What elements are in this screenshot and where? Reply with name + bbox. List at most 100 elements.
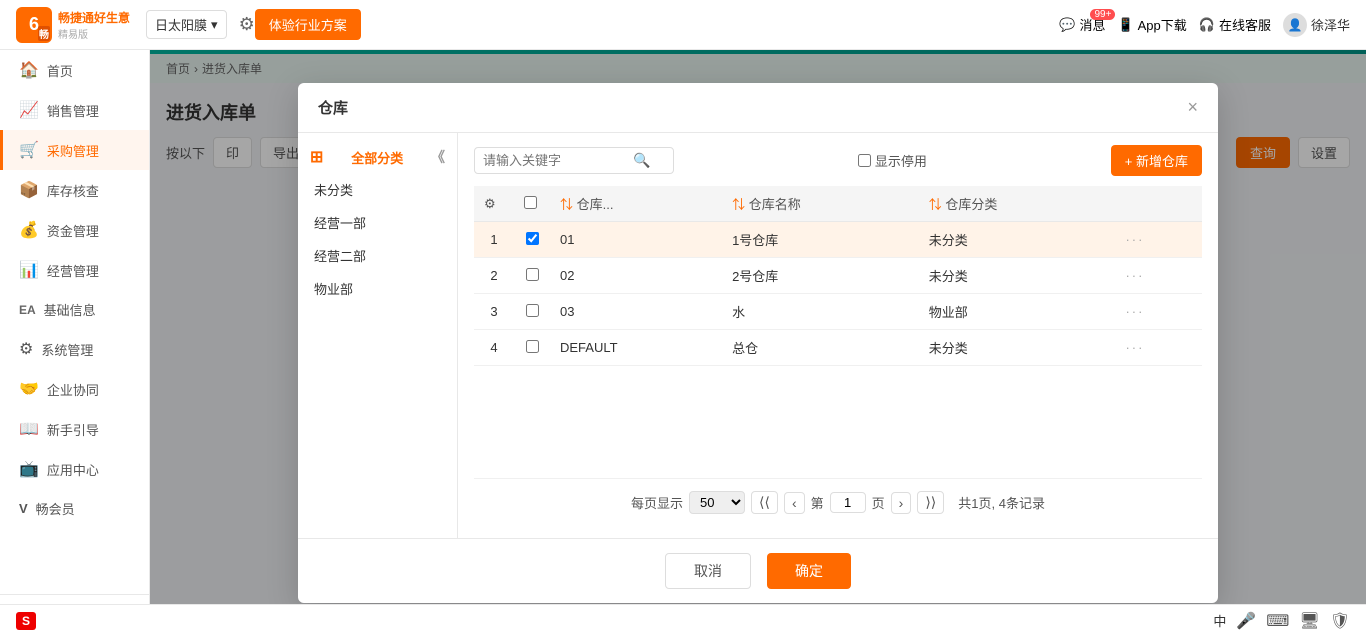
guide-icon: 📖 <box>19 419 39 439</box>
category-item-uncategorized[interactable]: 未分类 <box>298 173 457 206</box>
modal-close-button[interactable]: × <box>1187 97 1198 118</box>
app-logo: 6 畅捷通好生意 精易版 <box>16 7 130 43</box>
row-checkbox[interactable] <box>526 268 539 281</box>
row-name: 水 <box>722 294 919 330</box>
sidebar-item-system[interactable]: ⚙ 系统管理 <box>0 329 149 369</box>
col-header-name: ⇅ 仓库名称 <box>722 186 919 222</box>
search-input[interactable] <box>483 153 633 168</box>
row-num: 4 <box>474 330 514 366</box>
sidebar-item-inventory[interactable]: 📦 库存核查 <box>0 170 149 210</box>
sidebar-item-vip[interactable]: V 畅会员 <box>0 489 149 528</box>
bottom-logo: S <box>16 612 36 630</box>
page-label: 第 <box>811 493 824 512</box>
prev-page-button[interactable]: ‹ <box>784 492 805 514</box>
collapse-button[interactable]: 《 <box>431 147 445 167</box>
online-service-button[interactable]: 🎧 在线客服 <box>1199 15 1271 34</box>
messages-badge: 99+ <box>1090 9 1115 20</box>
warehouse-table: ⚙ ⇅ 仓库... <box>474 186 1202 366</box>
operations-icon: 📊 <box>19 260 39 280</box>
store-selector[interactable]: 日太阳膜 ▾ <box>146 10 227 39</box>
col-header-category: ⇅ 仓库分类 <box>919 186 1116 222</box>
modal-footer: 取消 确定 <box>298 538 1218 603</box>
sidebar-item-finance[interactable]: 💰 资金管理 <box>0 210 149 250</box>
confirm-button[interactable]: 确定 <box>767 553 851 589</box>
sidebar-item-purchase[interactable]: 🛒 采购管理 <box>0 130 149 170</box>
table-row[interactable]: 4 DEFAULT 总仓 未分类 ··· <box>474 330 1202 366</box>
per-page-select[interactable]: 50 100 <box>689 491 745 514</box>
table-row[interactable]: 3 03 水 物业部 ··· <box>474 294 1202 330</box>
all-categories-header[interactable]: ⊞ 全部分类 《 <box>298 141 457 173</box>
sidebar-item-guide-label: 新手引导 <box>47 420 99 439</box>
basic-info-icon: EA <box>19 303 36 317</box>
sidebar-item-purchase-label: 采购管理 <box>47 141 99 160</box>
modal-content-right: 🔍 显示停用 + 新增仓库 <box>458 133 1218 538</box>
online-service-label: 在线客服 <box>1219 15 1271 34</box>
col-header-check <box>514 186 550 222</box>
row-checkbox[interactable] <box>526 232 539 245</box>
table-row[interactable]: 2 02 2号仓库 未分类 ··· <box>474 258 1202 294</box>
row-checkbox[interactable] <box>526 304 539 317</box>
sidebar-item-vip-label: 畅会员 <box>36 499 75 518</box>
category-item-ops2[interactable]: 经营二部 <box>298 239 457 272</box>
row-name: 总仓 <box>722 330 919 366</box>
more-actions-icon[interactable]: ··· <box>1125 340 1144 355</box>
content-area: 首页 › 进货入库单 进货入库单 按以下 印 导出 刷新 查询 设置 <box>150 50 1366 636</box>
headset-icon: 🎧 <box>1199 17 1215 33</box>
app-download-button[interactable]: 📱 App下载 <box>1117 15 1186 34</box>
sidebar-item-sales-label: 销售管理 <box>47 101 99 120</box>
table-row[interactable]: 1 01 1号仓库 未分类 ··· <box>474 222 1202 258</box>
sidebar-item-guide[interactable]: 📖 新手引导 <box>0 409 149 449</box>
row-checkbox[interactable] <box>526 340 539 353</box>
messages-button[interactable]: 💬 消息 99+ <box>1059 15 1105 34</box>
row-more[interactable]: ··· <box>1115 258 1202 294</box>
sidebar-item-app-center[interactable]: 📺 应用中心 <box>0 449 149 489</box>
row-more[interactable]: ··· <box>1115 330 1202 366</box>
select-all-checkbox[interactable] <box>524 196 537 209</box>
shield-icon-bottom: 🛡 <box>1330 611 1350 631</box>
category-item-ops1[interactable]: 经营一部 <box>298 206 457 239</box>
more-actions-icon[interactable]: ··· <box>1125 268 1144 283</box>
company-name: 畅捷通好生意 <box>58 9 130 26</box>
sidebar-item-home[interactable]: 🏠 首页 <box>0 50 149 90</box>
row-num: 1 <box>474 222 514 258</box>
next-page-button[interactable]: › <box>891 492 912 514</box>
show-disabled-row: 显示停用 <box>858 151 927 170</box>
row-checkbox-cell <box>514 258 550 294</box>
mic-icon: 🎤 <box>1236 611 1256 631</box>
row-more[interactable]: ··· <box>1115 294 1202 330</box>
page-total: 共1页, 4条记录 <box>958 493 1045 512</box>
sidebar-item-enterprise[interactable]: 🤝 企业协同 <box>0 369 149 409</box>
row-category: 未分类 <box>919 330 1116 366</box>
category-panel: ⊞ 全部分类 《 未分类 经营一部 经营二部 物业部 <box>298 133 458 538</box>
sidebar-item-inventory-label: 库存核查 <box>47 181 99 200</box>
search-box[interactable]: 🔍 <box>474 147 674 174</box>
row-code: 02 <box>550 258 722 294</box>
show-disabled-checkbox[interactable] <box>858 154 871 167</box>
sidebar-item-sales[interactable]: 📈 销售管理 <box>0 90 149 130</box>
trial-button[interactable]: 体验行业方案 <box>255 9 361 40</box>
vip-icon: V <box>19 501 28 516</box>
sidebar-item-operations[interactable]: 📊 经营管理 <box>0 250 149 290</box>
category-item-property[interactable]: 物业部 <box>298 272 457 305</box>
more-actions-icon[interactable]: ··· <box>1125 304 1144 319</box>
add-warehouse-button[interactable]: + 新增仓库 <box>1111 145 1202 176</box>
monitor-icon: 🖥 <box>1299 611 1319 631</box>
user-menu[interactable]: 👤 徐泽华 <box>1283 13 1350 37</box>
sidebar-item-basic-info[interactable]: EA 基础信息 <box>0 290 149 329</box>
page-input[interactable] <box>830 492 866 513</box>
bottom-icons: 中 🎤 ⌨ 🖥 🛡 <box>1213 611 1350 631</box>
first-page-button[interactable]: ⟨⟨ <box>751 491 778 514</box>
search-row: 🔍 显示停用 + 新增仓库 <box>474 145 1202 176</box>
finance-icon: 💰 <box>19 220 39 240</box>
enterprise-icon: 🤝 <box>19 379 39 399</box>
row-more[interactable]: ··· <box>1115 222 1202 258</box>
gear-icon[interactable]: ⚙ <box>239 14 255 35</box>
last-page-button[interactable]: ⟩⟩ <box>917 491 944 514</box>
more-actions-icon[interactable]: ··· <box>1125 232 1144 247</box>
grid-icon: ⊞ <box>310 147 323 167</box>
main-layout: 🏠 首页 📈 销售管理 🛒 采购管理 📦 库存核查 💰 资金管理 📊 经营管理 … <box>0 50 1366 636</box>
row-category: 物业部 <box>919 294 1116 330</box>
sort-icon: ⇅ <box>560 197 573 212</box>
home-icon: 🏠 <box>19 60 39 80</box>
cancel-button[interactable]: 取消 <box>665 553 751 589</box>
